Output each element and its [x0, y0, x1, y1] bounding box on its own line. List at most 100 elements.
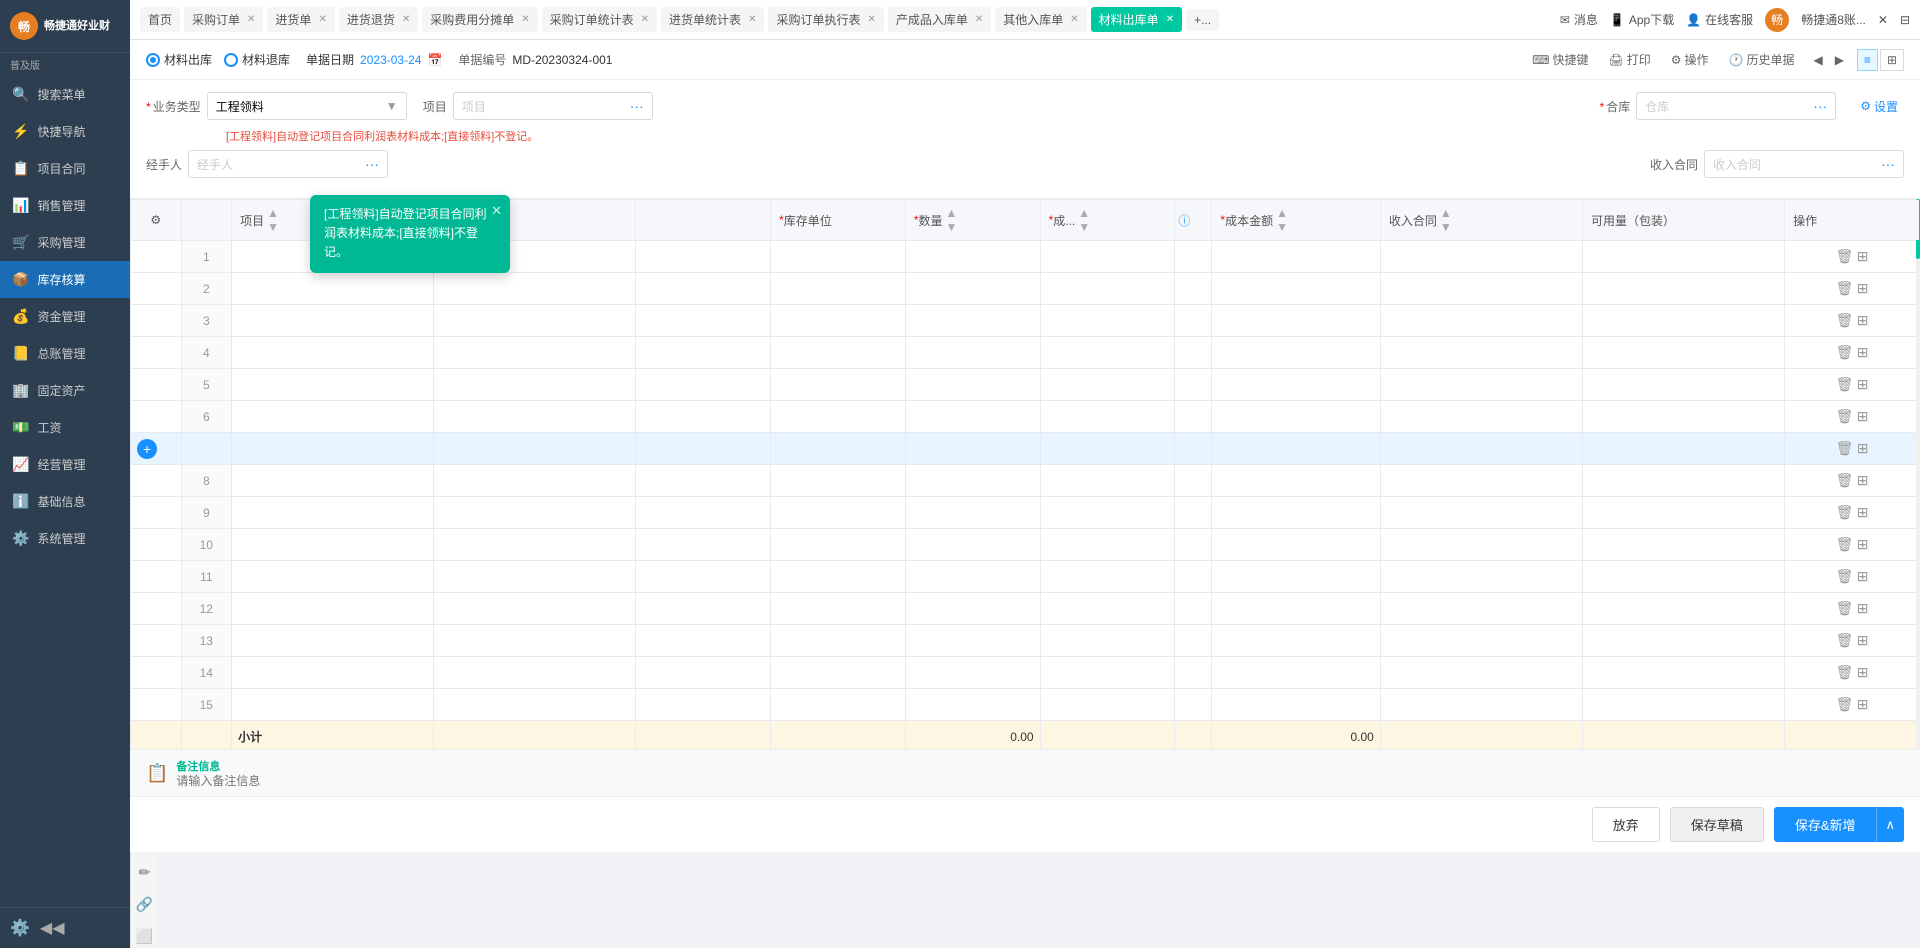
tab-material-out-close[interactable]: ✕: [1166, 14, 1174, 25]
delete-icon[interactable]: 🗑: [1836, 408, 1854, 424]
radio-return[interactable]: 材料退库: [224, 51, 290, 68]
copy-icon[interactable]: ⊞: [1857, 504, 1869, 520]
copy-icon[interactable]: ⊞: [1857, 312, 1869, 328]
sidebar-item-sales[interactable]: 📊 销售管理: [0, 187, 130, 224]
row-income-contract-cell[interactable]: [1380, 241, 1582, 273]
warehouse-input[interactable]: 仓库 ···: [1636, 92, 1836, 120]
copy-icon[interactable]: ⊞: [1857, 248, 1869, 264]
delete-icon[interactable]: 🗑: [1836, 664, 1854, 680]
add-row-input-1[interactable]: [238, 442, 427, 456]
income-contract-dots[interactable]: ···: [1881, 156, 1895, 172]
tab-purchase-expense[interactable]: 采购费用分摊单 ✕: [422, 7, 537, 32]
sidebar-item-operations[interactable]: 📈 经营管理: [0, 446, 130, 483]
business-type-input[interactable]: 工程领料 ▼: [207, 92, 407, 120]
add-row-input-2[interactable]: [440, 442, 629, 456]
col-info-header[interactable]: ⓘ: [1175, 200, 1212, 241]
sidebar-item-project[interactable]: 📋 项目合同: [0, 150, 130, 187]
tab-goods-return-close[interactable]: ✕: [402, 14, 410, 25]
note-input[interactable]: [176, 774, 331, 788]
tab-goods-in-close[interactable]: ✕: [318, 14, 326, 25]
copy-icon[interactable]: ⊞: [1857, 408, 1869, 424]
copy-icon[interactable]: ⊞: [1857, 632, 1869, 648]
project-dots[interactable]: ···: [630, 98, 644, 114]
sidebar-item-finance[interactable]: 💰 资金管理: [0, 298, 130, 335]
tab-goods-return[interactable]: 进货退货 ✕: [339, 7, 418, 32]
radio-out[interactable]: 材料出库: [146, 51, 212, 68]
copy-icon[interactable]: ⊞: [1857, 568, 1869, 584]
copy-icon[interactable]: ⊞: [1857, 376, 1869, 392]
tab-home[interactable]: 首页: [140, 7, 180, 32]
table-wrap[interactable]: ⚙ 项目▲▼ *▲▼ *库存单位: [130, 199, 1920, 749]
sidebar-item-shortcut[interactable]: ⚡ 快捷导航: [0, 113, 130, 150]
copy-icon[interactable]: ⊞: [1857, 440, 1869, 456]
tab-purchase-exec[interactable]: 采购订单执行表 ✕: [768, 7, 883, 32]
delete-icon[interactable]: 🗑: [1836, 536, 1854, 552]
cost-info-icon[interactable]: ⓘ: [1178, 214, 1190, 228]
view-list-btn[interactable]: ≡: [1857, 49, 1878, 71]
copy-icon[interactable]: ⊞: [1857, 600, 1869, 616]
sidebar-item-inventory[interactable]: 📦 库存核算: [0, 261, 130, 298]
delete-icon[interactable]: 🗑: [1836, 568, 1854, 584]
save-new-button[interactable]: 保存&新增: [1774, 807, 1877, 842]
close-window-btn[interactable]: ✕: [1878, 13, 1888, 27]
copy-icon[interactable]: ⊞: [1857, 696, 1869, 712]
date-value[interactable]: 2023-03-24: [360, 53, 421, 67]
tooltip-close-btn[interactable]: ✕: [491, 201, 502, 222]
tab-goods-stat-close[interactable]: ✕: [748, 14, 756, 25]
add-row-btn[interactable]: +: [137, 439, 157, 459]
handler-dots[interactable]: ···: [365, 156, 379, 172]
right-green-icon[interactable]: ⬜: [133, 924, 157, 948]
tab-purchase-exec-close[interactable]: ✕: [867, 14, 875, 25]
tab-purchase-stat-close[interactable]: ✕: [641, 14, 649, 25]
view-grid-btn[interactable]: ⊞: [1880, 49, 1904, 71]
app-download-btn[interactable]: 📱 App下载: [1610, 11, 1674, 28]
discard-button[interactable]: 放弃: [1592, 807, 1660, 842]
shortcut-btn[interactable]: ⌨ 快捷键: [1526, 48, 1594, 71]
delete-icon[interactable]: 🗑: [1836, 472, 1854, 488]
copy-icon[interactable]: ⊞: [1857, 472, 1869, 488]
sidebar-item-assets[interactable]: 🏢 固定资产: [0, 372, 130, 409]
copy-icon[interactable]: ⊞: [1857, 664, 1869, 680]
copy-icon[interactable]: ⊞: [1857, 536, 1869, 552]
tab-purchase-expense-close[interactable]: ✕: [521, 14, 529, 25]
delete-icon[interactable]: 🗑: [1836, 504, 1854, 520]
collapse-btn[interactable]: ◀◀: [40, 918, 65, 938]
settings-bottom-btn[interactable]: ⚙️: [10, 918, 30, 938]
print-btn[interactable]: 🖨 打印: [1602, 48, 1656, 71]
sidebar-item-salary[interactable]: 💵 工资: [0, 409, 130, 446]
tab-material-out[interactable]: 材料出库单 ✕: [1091, 7, 1182, 32]
row-cost-price-cell[interactable]: [1040, 241, 1175, 273]
online-service-btn[interactable]: 👤 在线客服: [1686, 11, 1753, 28]
delete-icon[interactable]: 🗑: [1836, 696, 1854, 712]
delete-icon[interactable]: 🗑: [1836, 280, 1854, 296]
copy-icon[interactable]: ⊞: [1857, 344, 1869, 360]
right-edit-icon[interactable]: ✏: [133, 860, 157, 884]
delete-icon[interactable]: 🗑: [1836, 344, 1854, 360]
sidebar-item-accounting[interactable]: 📒 总账管理: [0, 335, 130, 372]
delete-icon[interactable]: 🗑: [1836, 600, 1854, 616]
save-draft-button[interactable]: 保存草稿: [1670, 807, 1764, 842]
tab-product-in-close[interactable]: ✕: [975, 14, 983, 25]
save-new-arrow-btn[interactable]: ∧: [1876, 807, 1904, 842]
user-avatar[interactable]: 畅: [1765, 8, 1789, 32]
delete-icon[interactable]: 🗑: [1836, 248, 1854, 264]
tab-purchase-order[interactable]: 采购订单 ✕: [184, 7, 263, 32]
row-cost-amount-cell[interactable]: [1212, 241, 1380, 273]
tab-product-in[interactable]: 产成品入库单 ✕: [888, 7, 991, 32]
tab-purchase-order-close[interactable]: ✕: [247, 14, 255, 25]
delete-icon[interactable]: 🗑: [1836, 312, 1854, 328]
delete-icon[interactable]: 🗑: [1836, 376, 1854, 392]
user-name-btn[interactable]: 畅捷通8账...: [1801, 11, 1866, 28]
sidebar-item-purchase[interactable]: 🛒 采购管理: [0, 224, 130, 261]
next-arrow[interactable]: ▶: [1830, 50, 1849, 70]
operations-btn[interactable]: ⚙ 操作: [1665, 48, 1715, 71]
delete-icon[interactable]: 🗑: [1836, 632, 1854, 648]
tab-other-in[interactable]: 其他入库单 ✕: [995, 7, 1086, 32]
tab-goods-in[interactable]: 进货单 ✕: [267, 7, 334, 32]
history-btn[interactable]: 🕐 历史单据: [1722, 48, 1800, 71]
message-btn[interactable]: ✉ 消息: [1560, 11, 1598, 28]
tab-other-in-close[interactable]: ✕: [1070, 14, 1078, 25]
row-spec-cell[interactable]: [636, 241, 771, 273]
warehouse-dots[interactable]: ···: [1813, 98, 1827, 114]
tab-more[interactable]: +...: [1186, 9, 1219, 31]
